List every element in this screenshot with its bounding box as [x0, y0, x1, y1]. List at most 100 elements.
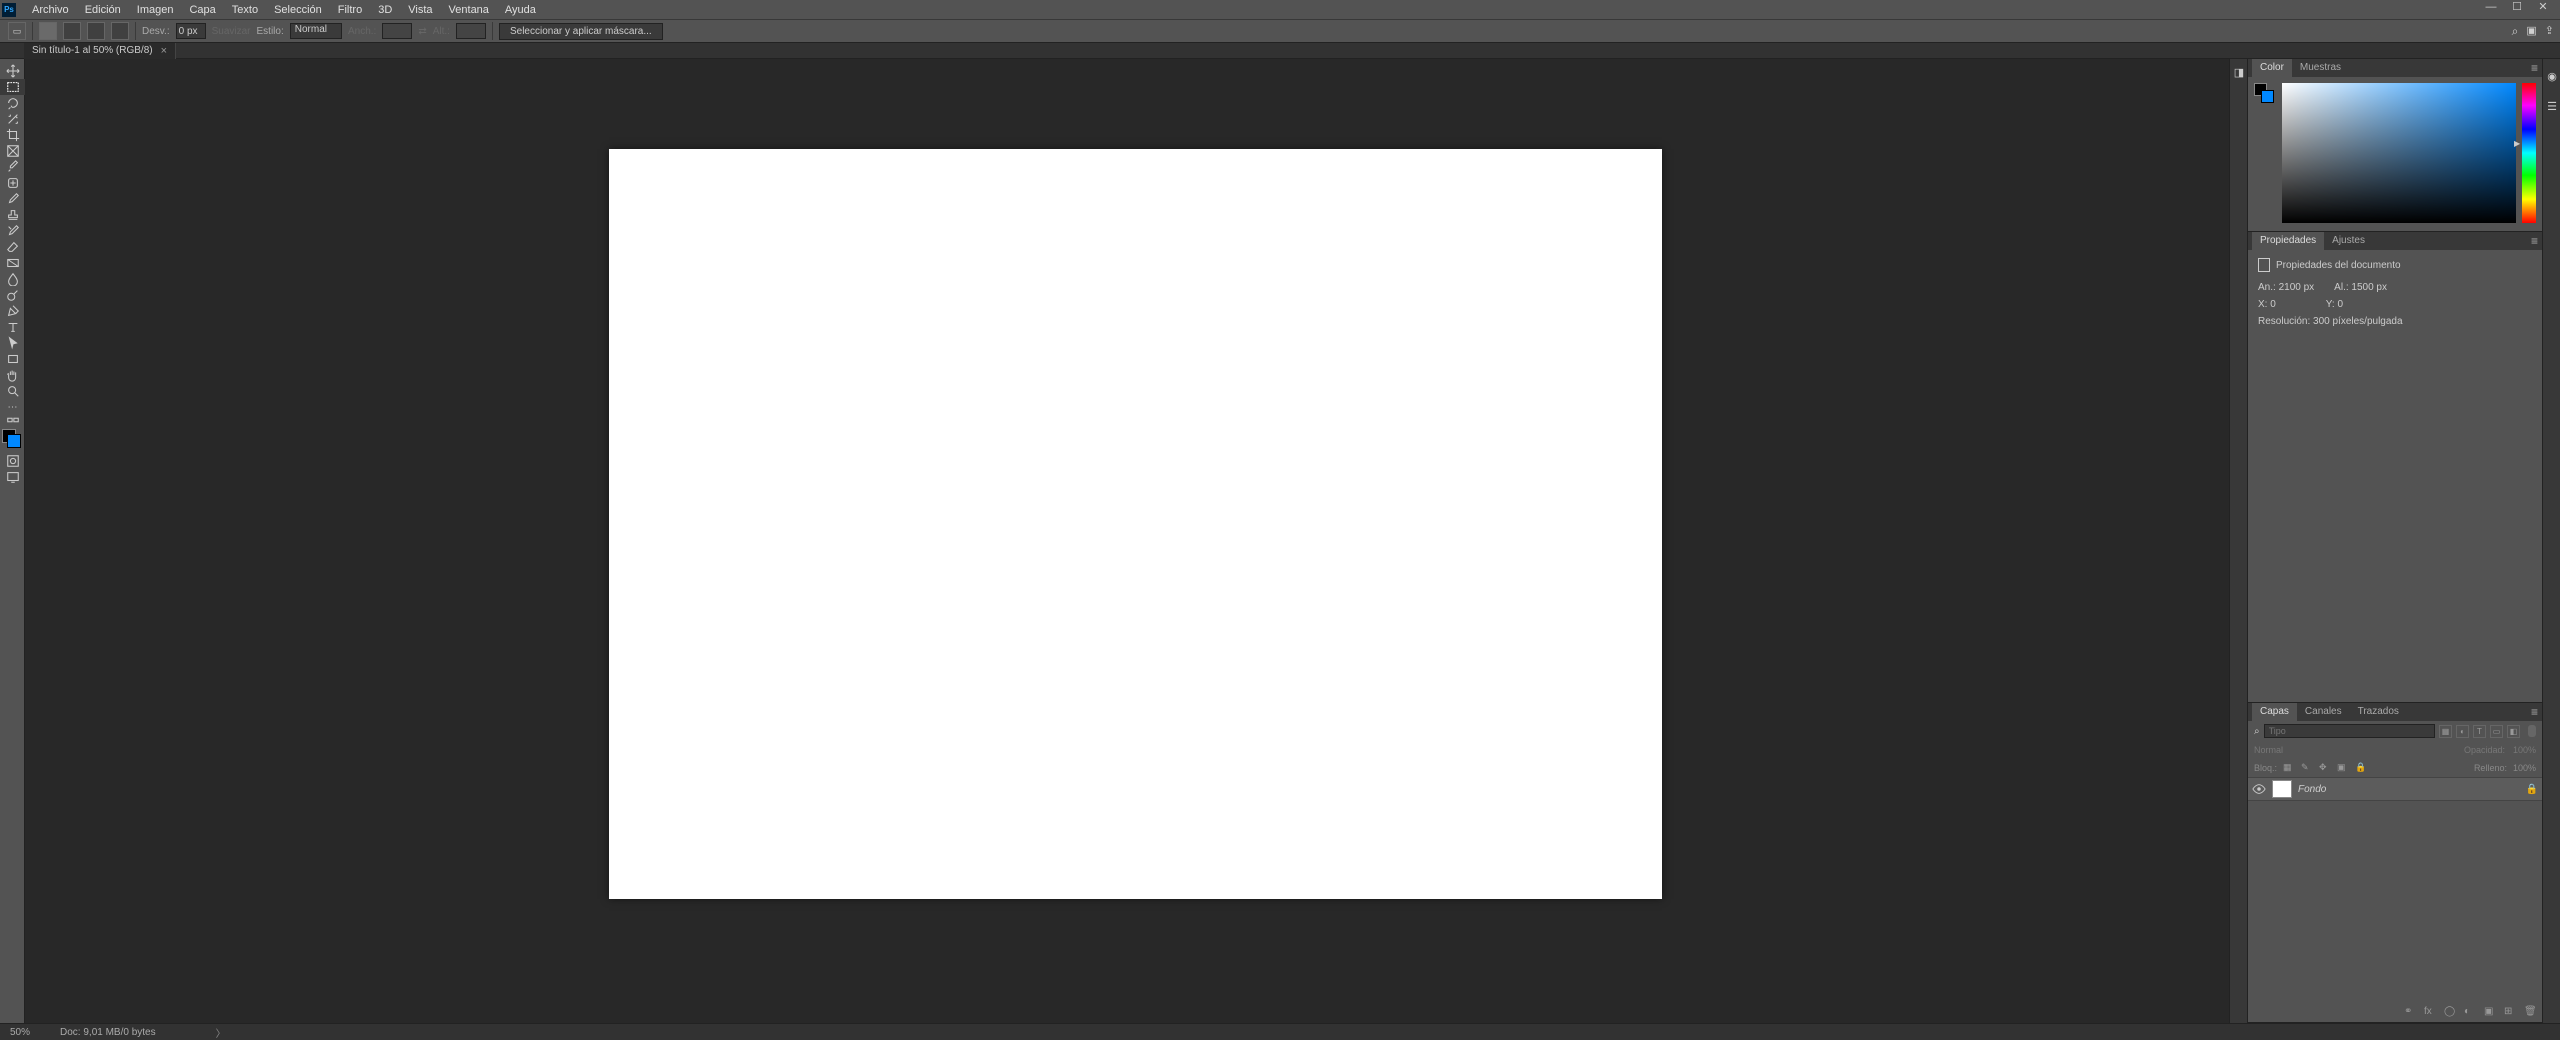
gradient-tool[interactable]	[0, 255, 25, 271]
visibility-icon[interactable]	[2252, 782, 2266, 796]
blur-tool[interactable]	[0, 271, 25, 287]
color-swatches[interactable]	[2, 429, 22, 449]
quickmask-tool[interactable]	[0, 453, 25, 469]
fill-value[interactable]: 100%	[2513, 763, 2536, 773]
menu-edicion[interactable]: Edición	[77, 4, 129, 16]
adjustment-icon[interactable]: ◐	[2464, 1006, 2476, 1018]
layer-filter-search[interactable]	[2264, 724, 2435, 738]
layers-panel-menu[interactable]: ≡	[2531, 705, 2538, 719]
filter-adjust-icon[interactable]: ◐	[2456, 725, 2469, 738]
menu-seleccion[interactable]: Selección	[266, 4, 330, 16]
lasso-tool[interactable]	[0, 95, 25, 111]
blend-mode-select[interactable]: Normal	[2254, 745, 2456, 755]
selection-add[interactable]	[63, 22, 81, 40]
color-mini-swatch[interactable]	[2254, 83, 2272, 101]
zoom-tool[interactable]	[0, 383, 25, 399]
selection-new[interactable]	[39, 22, 57, 40]
tab-color[interactable]: Color	[2252, 59, 2292, 77]
tab-paths[interactable]: Trazados	[2350, 703, 2407, 721]
filter-pixel-icon[interactable]: ▦	[2439, 725, 2452, 738]
doc-info[interactable]: Doc: 9,01 MB/0 bytes	[60, 1027, 156, 1038]
tab-properties[interactable]: Propiedades	[2252, 232, 2324, 250]
maximize-button[interactable]: ☐	[2510, 0, 2524, 14]
menu-capa[interactable]: Capa	[181, 4, 223, 16]
select-mask-button[interactable]: Seleccionar y aplicar máscara...	[499, 23, 663, 40]
lock-brush-icon[interactable]: ✎	[2301, 762, 2313, 774]
stamp-tool[interactable]	[0, 207, 25, 223]
eraser-tool[interactable]	[0, 239, 25, 255]
learn-icon[interactable]: ◉	[2543, 63, 2560, 89]
dodge-tool[interactable]	[0, 287, 25, 303]
brush-tool[interactable]	[0, 191, 25, 207]
menu-imagen[interactable]: Imagen	[129, 4, 182, 16]
filter-smart-icon[interactable]: ◧	[2507, 725, 2520, 738]
foreground-color[interactable]	[7, 434, 21, 448]
edit-toolbar[interactable]	[0, 415, 25, 425]
menu-filtro[interactable]: Filtro	[330, 4, 370, 16]
tool-preset-icon[interactable]: ▭	[8, 22, 26, 40]
fx-icon[interactable]: fx	[2424, 1006, 2436, 1018]
canvas-area[interactable]	[25, 59, 2229, 1023]
document-tab[interactable]: Sin título-1 al 50% (RGB/8) ×	[24, 43, 176, 59]
selection-intersect[interactable]	[111, 22, 129, 40]
delete-icon[interactable]: 🗑	[2524, 1006, 2536, 1018]
lock-pixels-icon[interactable]: ▦	[2283, 762, 2295, 774]
status-arrow-icon[interactable]: 〉	[216, 1025, 226, 1040]
healing-tool[interactable]	[0, 175, 25, 191]
filter-toggle[interactable]	[2528, 725, 2536, 737]
layer-thumbnail[interactable]	[2272, 780, 2292, 798]
lock-position-icon[interactable]: ✥	[2319, 762, 2331, 774]
tab-channels[interactable]: Canales	[2297, 703, 2350, 721]
lock-all-icon[interactable]: 🔒	[2355, 762, 2367, 774]
tab-layers[interactable]: Capas	[2252, 703, 2297, 721]
screenmode-tool[interactable]	[0, 469, 25, 485]
style-select[interactable]: Normal	[290, 23, 342, 39]
canvas[interactable]	[609, 149, 1662, 899]
close-button[interactable]: ✕	[2536, 0, 2550, 14]
filter-shape-icon[interactable]: ▭	[2490, 725, 2503, 738]
layer-name[interactable]: Fondo	[2298, 784, 2520, 795]
selection-subtract[interactable]	[87, 22, 105, 40]
pen-tool[interactable]	[0, 303, 25, 319]
hue-slider[interactable]	[2522, 83, 2536, 223]
new-layer-icon[interactable]: ⊞	[2504, 1006, 2516, 1018]
type-tool[interactable]	[0, 319, 25, 335]
marquee-tool[interactable]	[0, 79, 25, 95]
crop-tool[interactable]	[0, 127, 25, 143]
filter-type-icon[interactable]: T	[2473, 725, 2486, 738]
workspace-icon[interactable]: ▣	[2526, 24, 2536, 39]
menu-archivo[interactable]: Archivo	[24, 4, 77, 16]
lock-artboard-icon[interactable]: ▣	[2337, 762, 2349, 774]
hand-tool[interactable]	[0, 367, 25, 383]
path-select-tool[interactable]	[0, 335, 25, 351]
opacity-value[interactable]: 100%	[2513, 745, 2536, 755]
tab-adjustments[interactable]: Ajustes	[2324, 232, 2373, 250]
zoom-display[interactable]: 50%	[10, 1027, 30, 1038]
history-brush-tool[interactable]	[0, 223, 25, 239]
mask-icon[interactable]: ◯	[2444, 1006, 2456, 1018]
link-icon[interactable]: ⚭	[2404, 1006, 2416, 1018]
layer-filter-input[interactable]	[2269, 726, 2430, 736]
rectangle-tool[interactable]	[0, 351, 25, 367]
document-tab-close[interactable]: ×	[161, 43, 167, 59]
menu-3d[interactable]: 3D	[370, 4, 400, 16]
tab-swatches[interactable]: Muestras	[2292, 59, 2349, 77]
share-icon[interactable]: ⇪	[2545, 24, 2554, 39]
menu-ayuda[interactable]: Ayuda	[497, 4, 544, 16]
libraries-icon[interactable]: ☰	[2543, 93, 2560, 119]
eyedropper-tool[interactable]	[0, 159, 25, 175]
feather-input[interactable]	[176, 23, 206, 39]
color-panel-menu[interactable]: ≡	[2531, 61, 2538, 75]
minimize-button[interactable]: —	[2484, 0, 2498, 14]
frame-tool[interactable]	[0, 143, 25, 159]
menu-vista[interactable]: Vista	[400, 4, 440, 16]
menu-ventana[interactable]: Ventana	[441, 4, 497, 16]
layer-row-fondo[interactable]: Fondo 🔒	[2248, 777, 2542, 801]
group-icon[interactable]: ▣	[2484, 1006, 2496, 1018]
menu-texto[interactable]: Texto	[224, 4, 266, 16]
move-tool[interactable]	[0, 63, 25, 79]
wand-tool[interactable]	[0, 111, 25, 127]
search-icon[interactable]: ⌕	[2512, 24, 2519, 39]
collapsed-panel-icon[interactable]: ◨	[2230, 59, 2248, 85]
properties-panel-menu[interactable]: ≡	[2531, 234, 2538, 248]
